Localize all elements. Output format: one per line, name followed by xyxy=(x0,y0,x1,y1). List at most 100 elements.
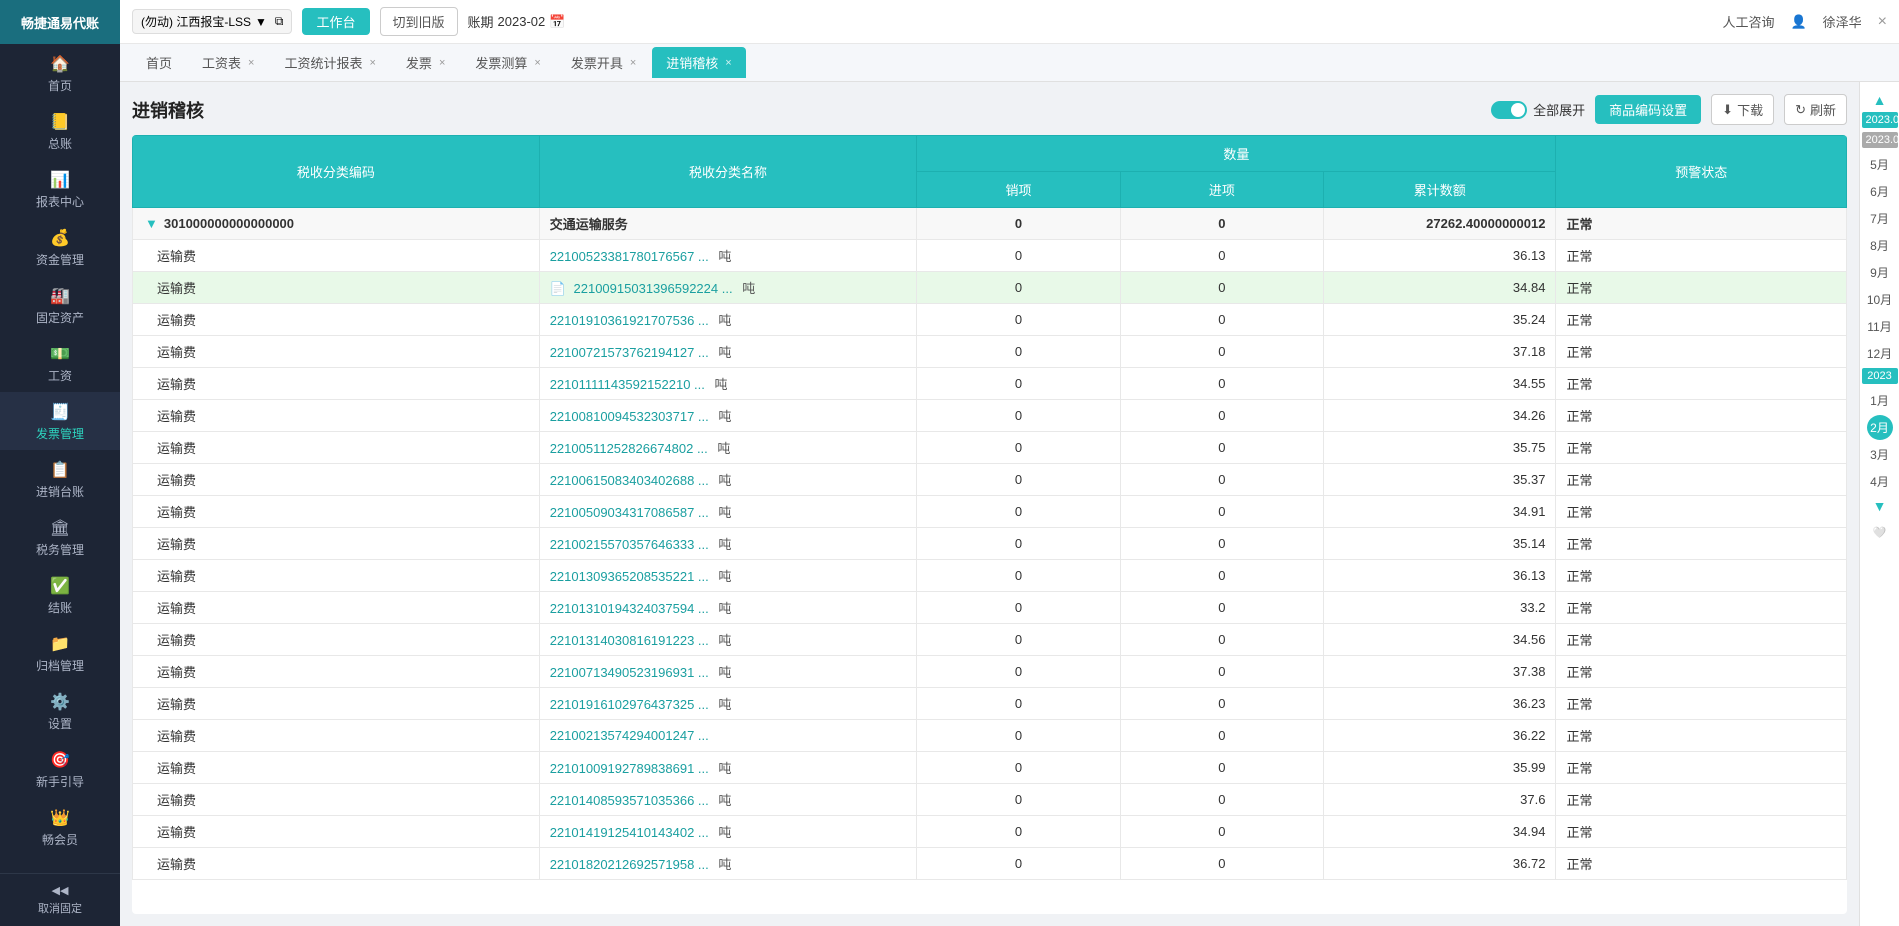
row-purchase: 0 xyxy=(1120,400,1323,432)
row-name: 运输费 xyxy=(133,720,540,752)
month-7[interactable]: 7月 xyxy=(1862,206,1898,231)
row-cumulative: 36.13 xyxy=(1324,240,1556,272)
month-2-active[interactable]: 2月 xyxy=(1867,415,1893,440)
sidebar-item-settings[interactable]: ⚙️ 设置 xyxy=(0,682,120,740)
date-up-arrow[interactable]: ▲ xyxy=(1871,90,1889,110)
row-purchase: 0 xyxy=(1120,336,1323,368)
col-tax-name-header: 税收分类名称 xyxy=(539,136,917,208)
sidebar-item-invoice[interactable]: 🧾 发票管理 xyxy=(0,392,120,450)
user-avatar: 👤 xyxy=(1790,14,1806,30)
tab-invoice-issue-close[interactable]: × xyxy=(630,57,636,69)
table-row: 运输费 22100523381780176567 ... 吨 0 0 36.13… xyxy=(133,240,1847,272)
row-invoice: 22100523381780176567 ... 吨 xyxy=(539,240,917,272)
row-purchase: 0 xyxy=(1120,240,1323,272)
row-cumulative: 36.23 xyxy=(1324,688,1556,720)
sidebar-item-guide[interactable]: 🎯 新手引导 xyxy=(0,740,120,798)
switch-old-button[interactable]: 切到旧版 xyxy=(380,7,458,36)
date-down-arrow[interactable]: ▼ xyxy=(1871,496,1889,516)
product-code-settings-button[interactable]: 商品编码设置 xyxy=(1595,95,1701,124)
sidebar-item-tax[interactable]: 🏛 税务管理 xyxy=(0,508,120,566)
row-invoice: 22101310194324037594 ... 吨 xyxy=(539,592,917,624)
month-8[interactable]: 8月 xyxy=(1862,233,1898,258)
unpin-icon: ◀◀ xyxy=(52,884,69,897)
month-3[interactable]: 3月 xyxy=(1862,442,1898,467)
toggle-expand[interactable]: 全部展开 xyxy=(1491,100,1585,119)
tab-invoice-issue[interactable]: 发票开具 × xyxy=(557,47,650,78)
month-10[interactable]: 10月 xyxy=(1862,287,1898,312)
tab-invoice-calc[interactable]: 发票测算 × xyxy=(461,47,554,78)
row-name: 运输费 xyxy=(133,752,540,784)
row-sales: 0 xyxy=(917,528,1120,560)
row-invoice: 22100511252826674802 ... 吨 xyxy=(539,432,917,464)
period-display: 账期 2023-02 📅 xyxy=(468,12,566,31)
topbar-right: 人工咨询 👤 徐泽华 × xyxy=(1722,12,1887,31)
row-status: 正常 xyxy=(1556,368,1847,400)
row-sales: 0 xyxy=(917,496,1120,528)
tab-payroll[interactable]: 工资表 × xyxy=(188,47,268,78)
period-label: 账期 xyxy=(468,12,494,31)
refresh-button[interactable]: ↻ 刷新 xyxy=(1784,94,1847,125)
tab-invoice[interactable]: 发票 × xyxy=(392,47,459,78)
table-row: 运输费 22101910361921707536 ... 吨 0 0 35.24… xyxy=(133,304,1847,336)
month-1[interactable]: 1月 xyxy=(1862,388,1898,413)
tab-payroll-close[interactable]: × xyxy=(248,57,254,69)
month-9[interactable]: 9月 xyxy=(1862,260,1898,285)
tab-reconciliation-close[interactable]: × xyxy=(725,57,731,69)
guide-icon: 🎯 xyxy=(50,750,70,770)
expand-toggle[interactable] xyxy=(1491,101,1527,119)
sidebar-item-assets[interactable]: 🏭 固定资产 xyxy=(0,276,120,334)
support-label[interactable]: 人工咨询 xyxy=(1722,12,1774,31)
month-5[interactable]: 5月 xyxy=(1862,152,1898,177)
refresh-icon: ↻ xyxy=(1795,102,1806,118)
calendar-icon: 📅 xyxy=(549,14,565,30)
table-row: 运输费 22101111143592152210 ... 吨 0 0 34.55… xyxy=(133,368,1847,400)
month-6[interactable]: 6月 xyxy=(1862,179,1898,204)
row-name: 运输费 xyxy=(133,656,540,688)
sidebar-item-funds[interactable]: 💰 资金管理 xyxy=(0,218,120,276)
col-status-header: 预警状态 xyxy=(1556,136,1847,208)
sidebar-item-closing[interactable]: ✅ 结账 xyxy=(0,566,120,624)
month-11[interactable]: 11月 xyxy=(1862,314,1898,339)
tab-invoice-calc-close[interactable]: × xyxy=(534,57,540,69)
row-purchase: 0 xyxy=(1120,688,1323,720)
heart-icon: 🤍 xyxy=(1873,526,1887,539)
sidebar-item-payroll[interactable]: 💵 工资 xyxy=(0,334,120,392)
row-invoice: 22100213574294001247 ... xyxy=(539,720,917,752)
tab-invoice-close[interactable]: × xyxy=(439,57,445,69)
sidebar-item-sales-ledger[interactable]: 📋 进销台账 xyxy=(0,450,120,508)
download-button[interactable]: ⬇ 下载 xyxy=(1711,94,1774,125)
tab-invoice-issue-label: 发票开具 xyxy=(571,53,623,72)
row-name: 运输费 xyxy=(133,240,540,272)
row-cumulative: 36.22 xyxy=(1324,720,1556,752)
sidebar-item-home[interactable]: 🏠 首页 xyxy=(0,44,120,102)
tab-payroll-stats-close[interactable]: × xyxy=(369,57,375,69)
tab-home[interactable]: 首页 xyxy=(132,47,186,78)
row-invoice: 22100509034317086587 ... 吨 xyxy=(539,496,917,528)
row-name: 运输费 xyxy=(133,464,540,496)
table-row: 运输费 📄 22100915031396592224 ... 吨 0 0 34.… xyxy=(133,272,1847,304)
row-name: 运输费 xyxy=(133,592,540,624)
sidebar-unpin[interactable]: ◀◀ 取消固定 xyxy=(0,873,120,926)
close-button[interactable]: × xyxy=(1878,13,1887,31)
table-row: 运输费 22100213574294001247 ... 0 0 36.22 正… xyxy=(133,720,1847,752)
row-invoice: 22100721573762194127 ... 吨 xyxy=(539,336,917,368)
sidebar-item-member[interactable]: 👑 畅会员 xyxy=(0,798,120,856)
sidebar-item-reports[interactable]: 📊 报表中心 xyxy=(0,160,120,218)
month-12[interactable]: 12月 xyxy=(1862,341,1898,366)
tab-reconciliation[interactable]: 进销稽核 × xyxy=(652,47,745,78)
row-sales: 0 xyxy=(917,592,1120,624)
workbench-button[interactable]: 工作台 xyxy=(302,8,369,35)
sidebar-item-archive[interactable]: 📁 归档管理 xyxy=(0,624,120,682)
row-cumulative: 34.56 xyxy=(1324,624,1556,656)
page-content: 进销稽核 全部展开 商品编码设置 ⬇ 下载 ↻ 刷新 xyxy=(120,82,1899,926)
month-4[interactable]: 4月 xyxy=(1862,469,1898,494)
table-row: 运输费 22101314030816191223 ... 吨 0 0 34.56… xyxy=(133,624,1847,656)
row-sales: 0 xyxy=(917,272,1120,304)
row-status: 正常 xyxy=(1556,400,1847,432)
row-status: 正常 xyxy=(1556,240,1847,272)
tab-payroll-stats[interactable]: 工资统计报表 × xyxy=(270,47,389,78)
tab-invoice-label: 发票 xyxy=(406,53,432,72)
sidebar-item-ledger[interactable]: 📒 总账 xyxy=(0,102,120,160)
company-selector[interactable]: (勿动) 江西报宝-LSS ▼ ⧉ xyxy=(132,9,292,34)
row-status: 正常 xyxy=(1556,656,1847,688)
